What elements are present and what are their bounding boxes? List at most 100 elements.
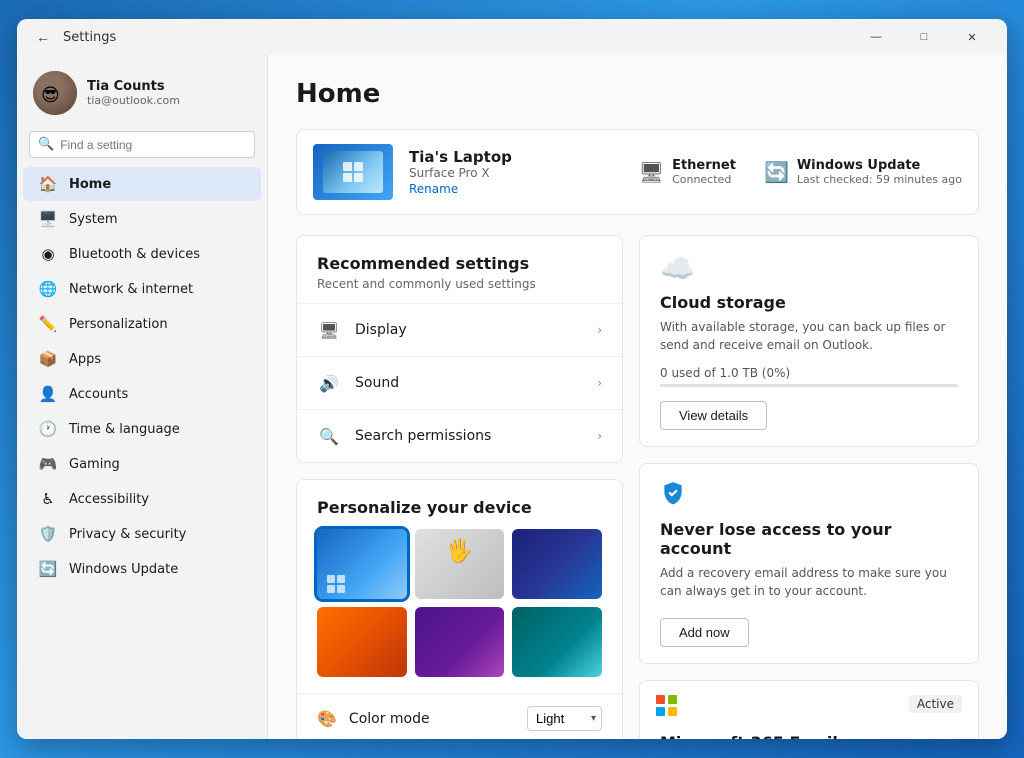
- wallpaper-3[interactable]: [512, 529, 602, 599]
- add-now-button[interactable]: Add now: [660, 618, 749, 647]
- security-desc: Add a recovery email address to make sur…: [660, 564, 958, 600]
- bluetooth-icon: ◉: [39, 245, 57, 263]
- ms365-logo-red: [656, 695, 665, 704]
- sidebar: 😎 Tia Counts tia@outlook.com 🔍 🏠 Home: [17, 55, 267, 739]
- logo-sq2: [354, 162, 363, 171]
- sidebar-item-bluetooth[interactable]: ◉ Bluetooth & devices: [23, 237, 261, 271]
- wallpaper-4[interactable]: [317, 607, 407, 677]
- time-icon: 🕐: [39, 420, 57, 438]
- windows-update-icon: 🔄: [39, 560, 57, 578]
- search-permissions-icon: 🔍: [317, 424, 341, 448]
- color-mode-select[interactable]: Light Dark Custom: [527, 706, 602, 731]
- left-col: Recommended settings Recent and commonly…: [296, 235, 623, 739]
- display-icon: 🖥: [317, 318, 341, 342]
- wallpaper-1[interactable]: [317, 529, 407, 599]
- ethernet-label: Ethernet: [672, 158, 736, 173]
- wp1-win-logo: [327, 575, 345, 593]
- device-status-group: 🖥 Ethernet Connected 🔄 Windows Update La…: [639, 158, 962, 186]
- search-permissions-label: Search permissions: [355, 428, 597, 444]
- wallpaper-grid: 🖐️: [297, 529, 622, 693]
- search-box[interactable]: 🔍: [29, 131, 255, 158]
- sidebar-nav: 🏠 Home 🖥️ System ◉ Bluetooth & devices 🌐…: [17, 166, 267, 587]
- search-icon: 🔍: [38, 137, 54, 152]
- gaming-icon: 🎮: [39, 455, 57, 473]
- two-col-layout: Recommended settings Recent and commonly…: [296, 235, 979, 739]
- sound-chevron: ›: [597, 376, 602, 390]
- color-mode-label: Color mode: [349, 711, 527, 727]
- sound-label: Sound: [355, 375, 597, 391]
- security-title: Never lose access to your account: [660, 520, 958, 558]
- sidebar-item-label: Network & internet: [69, 282, 193, 297]
- personalize-card: Personalize your device: [296, 479, 623, 739]
- view-details-button[interactable]: View details: [660, 401, 767, 430]
- color-mode-icon: 🎨: [317, 709, 337, 728]
- sidebar-item-home[interactable]: 🏠 Home: [23, 167, 261, 201]
- search-permissions-row[interactable]: 🔍 Search permissions ›: [297, 409, 622, 462]
- page-title: Home: [296, 79, 979, 109]
- wallpaper-6[interactable]: [512, 607, 602, 677]
- sidebar-item-windows-update[interactable]: 🔄 Windows Update: [23, 552, 261, 586]
- device-info: Tia's Laptop Surface Pro X Rename: [409, 148, 623, 196]
- cloud-card-body: ☁️ Cloud storage With available storage,…: [640, 236, 978, 446]
- sidebar-item-label: Apps: [69, 352, 101, 367]
- ms365-body: Microsoft 365 Family You have 1 TB of cl…: [640, 725, 978, 739]
- maximize-button[interactable]: □: [901, 22, 947, 52]
- search-input[interactable]: [60, 138, 246, 152]
- sound-row[interactable]: 🔊 Sound ›: [297, 356, 622, 409]
- personalization-icon: ✏️: [39, 315, 57, 333]
- storage-bar-bg: [660, 384, 958, 387]
- update-icon: 🔄: [764, 160, 789, 184]
- sidebar-item-gaming[interactable]: 🎮 Gaming: [23, 447, 261, 481]
- sidebar-item-accessibility[interactable]: ♿ Accessibility: [23, 482, 261, 516]
- display-row[interactable]: 🖥 Display ›: [297, 303, 622, 356]
- sidebar-item-label: Home: [69, 177, 111, 192]
- device-rename-link[interactable]: Rename: [409, 182, 623, 196]
- minimize-button[interactable]: —: [853, 22, 899, 52]
- recommended-title: Recommended settings: [297, 236, 622, 277]
- sound-icon: 🔊: [317, 371, 341, 395]
- sidebar-item-label: System: [69, 212, 117, 227]
- wallpaper-2[interactable]: 🖐️: [415, 529, 505, 599]
- sidebar-item-apps[interactable]: 📦 Apps: [23, 342, 261, 376]
- cloud-desc: With available storage, you can back up …: [660, 318, 958, 354]
- right-panel: Home Tia's Laptop Surface Pro: [267, 55, 1007, 739]
- sidebar-item-label: Time & language: [69, 422, 180, 437]
- window-title: Settings: [63, 30, 853, 45]
- recommended-subtitle: Recent and commonly used settings: [297, 277, 622, 303]
- ms365-title: Microsoft 365 Family: [660, 733, 958, 739]
- profile-name: Tia Counts: [87, 79, 180, 94]
- ethernet-status: 🖥 Ethernet Connected: [639, 158, 736, 186]
- ethernet-icon: 🖥: [639, 160, 664, 184]
- search-permissions-chevron: ›: [597, 429, 602, 443]
- home-icon: 🏠: [39, 175, 57, 193]
- storage-bar-container: 0 used of 1.0 TB (0%): [660, 366, 958, 387]
- cloud-title: Cloud storage: [660, 293, 958, 312]
- network-icon: 🌐: [39, 280, 57, 298]
- back-button[interactable]: ←: [29, 23, 57, 51]
- avatar: 😎: [33, 71, 77, 115]
- sidebar-item-label: Accessibility: [69, 492, 149, 507]
- sidebar-item-network[interactable]: 🌐 Network & internet: [23, 272, 261, 306]
- device-thumb-inner: [323, 151, 383, 193]
- sidebar-item-personalization[interactable]: ✏️ Personalization: [23, 307, 261, 341]
- sidebar-item-accounts[interactable]: 👤 Accounts: [23, 377, 261, 411]
- sidebar-item-label: Privacy & security: [69, 527, 186, 542]
- device-name: Tia's Laptop: [409, 148, 623, 166]
- wallpaper-5[interactable]: [415, 607, 505, 677]
- close-button[interactable]: ✕: [949, 22, 995, 52]
- display-label: Display: [355, 322, 597, 338]
- ms365-logo-yellow: [668, 707, 677, 716]
- color-mode-row: 🎨 Color mode Light Dark Custom ▾: [297, 693, 622, 739]
- windows-logo: [343, 162, 363, 182]
- color-mode-select-wrapper: Light Dark Custom ▾: [527, 706, 602, 731]
- logo-sq1: [343, 162, 352, 171]
- sidebar-item-privacy[interactable]: 🛡️ Privacy & security: [23, 517, 261, 551]
- sidebar-item-system[interactable]: 🖥️ System: [23, 202, 261, 236]
- cloud-icon: ☁️: [660, 252, 958, 285]
- sidebar-item-time[interactable]: 🕐 Time & language: [23, 412, 261, 446]
- avatar-image: 😎: [41, 85, 60, 106]
- accessibility-icon: ♿: [39, 490, 57, 508]
- system-icon: 🖥️: [39, 210, 57, 228]
- settings-window: ← Settings — □ ✕ 😎 Tia Counts tia@outloo…: [17, 19, 1007, 739]
- ms365-logo: [656, 695, 678, 717]
